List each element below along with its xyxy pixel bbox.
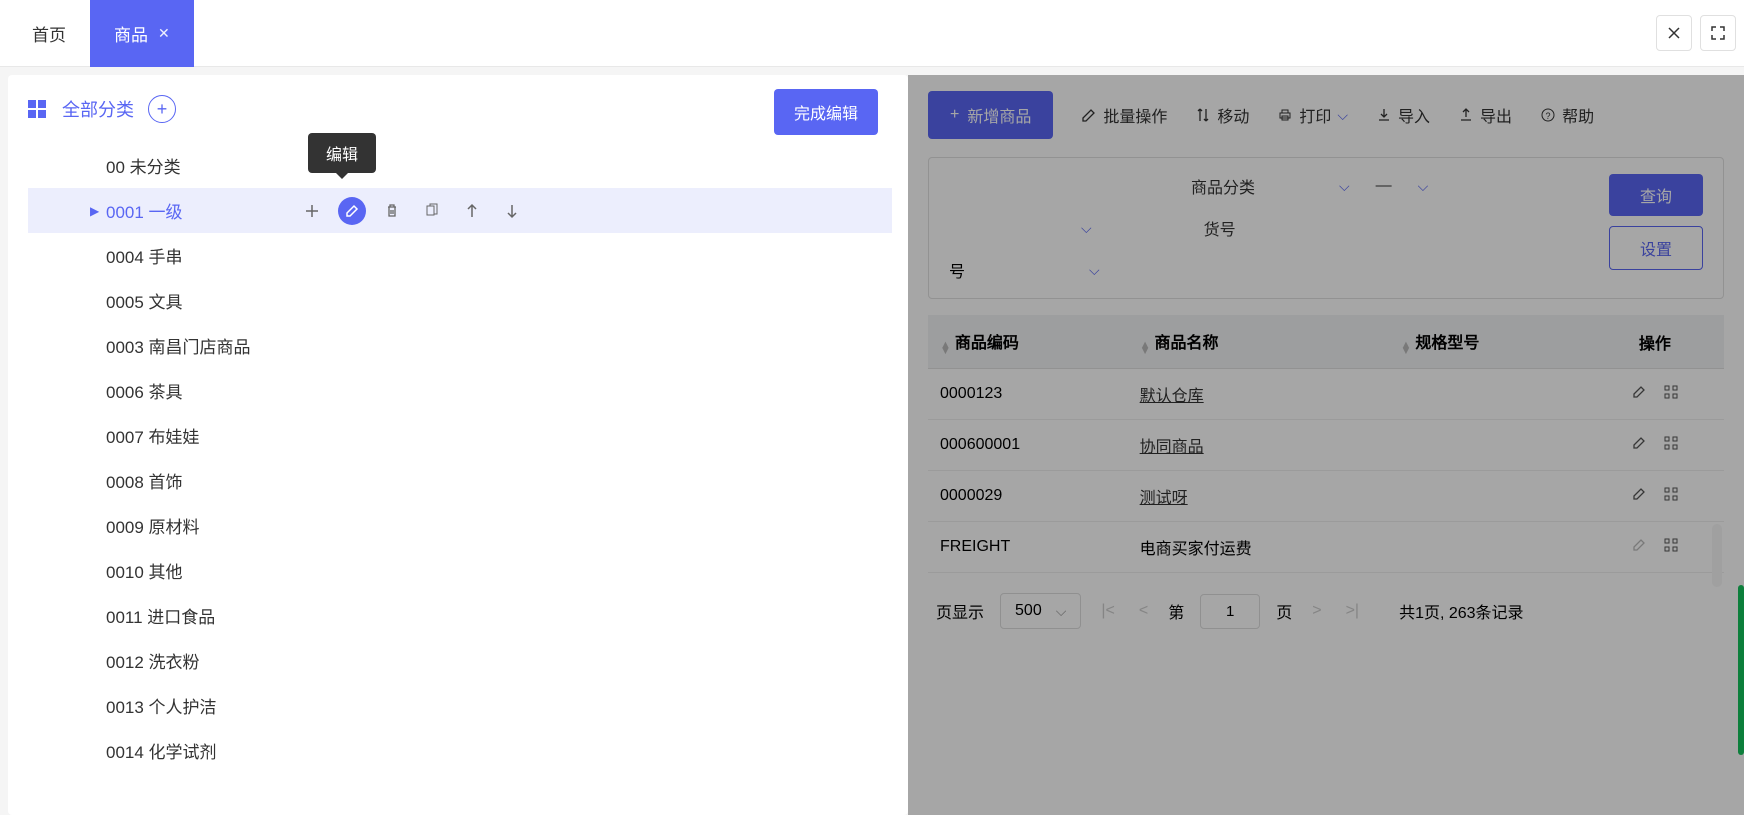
x-icon [1666,25,1682,41]
copy-icon[interactable] [418,197,446,225]
move-up-icon[interactable] [458,197,486,225]
tree-item[interactable]: 0014 化学试剂 [28,728,892,773]
tab-home-label: 首页 [32,21,66,46]
grid-icon [28,99,48,119]
close-icon[interactable]: ✕ [158,25,170,42]
table-scrollbar-thumb[interactable] [1712,524,1722,587]
tree-item[interactable]: 0011 进口食品 [28,593,892,638]
tree-item[interactable]: 0008 首饰 [28,458,892,503]
tree-item-label: 0014 化学试剂 [106,738,217,763]
modal-overlay[interactable] [908,75,1744,815]
edit-icon[interactable] [338,197,366,225]
edit-tooltip: 编辑 [308,133,376,173]
close-tab-button[interactable] [1656,15,1692,51]
tree-item-label: 0010 其他 [106,558,183,583]
category-tree: 00 未分类 ▶ 0001 一级 0004 手串 0005 文具 0003 南昌门店商品 0… [28,143,896,803]
tree-item-label: 0003 南昌门店商品 [106,333,251,358]
tree-item-label: 0012 洗衣粉 [106,648,200,673]
tree-item[interactable]: 0012 洗衣粉 [28,638,892,683]
product-panel: + 新增商品 批量操作 移动 打印 ⌵ 导入 [908,75,1744,815]
tree-item[interactable]: 0013 个人护洁 [28,683,892,728]
tree-item-label: 0004 手串 [106,243,183,268]
tree-item-label: 0013 个人护洁 [106,693,217,718]
tree-item-toolbar [298,197,526,225]
tree-item-label: 0001 一级 [106,198,183,223]
tree-item[interactable]: 00 未分类 [28,143,892,188]
finish-edit-button[interactable]: 完成编辑 [774,89,878,135]
expand-icon[interactable]: ▶ [90,204,99,218]
fullscreen-button[interactable] [1700,15,1736,51]
category-panel: 全部分类 + 完成编辑 编辑 00 未分类 ▶ 0001 一级 0004 手串 0005… [8,75,908,815]
fullscreen-icon [1710,25,1726,41]
tree-item-label: 0005 文具 [106,288,183,313]
move-down-icon[interactable] [498,197,526,225]
tab-bar: 首页 商品 ✕ [0,0,1744,67]
tree-item[interactable]: 0009 原材料 [28,503,892,548]
tree-item-label: 0007 布娃娃 [106,423,200,448]
tab-home[interactable]: 首页 [8,0,90,67]
tab-product[interactable]: 商品 ✕ [90,0,194,67]
tree-item-label: 0011 进口食品 [106,603,215,628]
tree-item[interactable]: 0005 文具 [28,278,892,323]
tree-item[interactable]: 0010 其他 [28,548,892,593]
add-icon[interactable] [298,197,326,225]
tree-item[interactable]: 0006 茶具 [28,368,892,413]
tree-item[interactable]: ▶ 0001 一级 [28,188,892,233]
tree-item-label: 00 未分类 [106,153,181,178]
category-title[interactable]: 全部分类 [62,96,134,122]
tree-item[interactable]: 0004 手串 [28,233,892,278]
add-category-button[interactable]: + [148,95,176,123]
tab-product-label: 商品 [114,21,148,46]
tree-item-label: 0006 茶具 [106,378,183,403]
delete-icon[interactable] [378,197,406,225]
tree-item-label: 0009 原材料 [106,513,200,538]
tree-item[interactable]: 0007 布娃娃 [28,413,892,458]
tree-item[interactable]: 0003 南昌门店商品 [28,323,892,368]
tree-item-label: 0008 首饰 [106,468,183,493]
